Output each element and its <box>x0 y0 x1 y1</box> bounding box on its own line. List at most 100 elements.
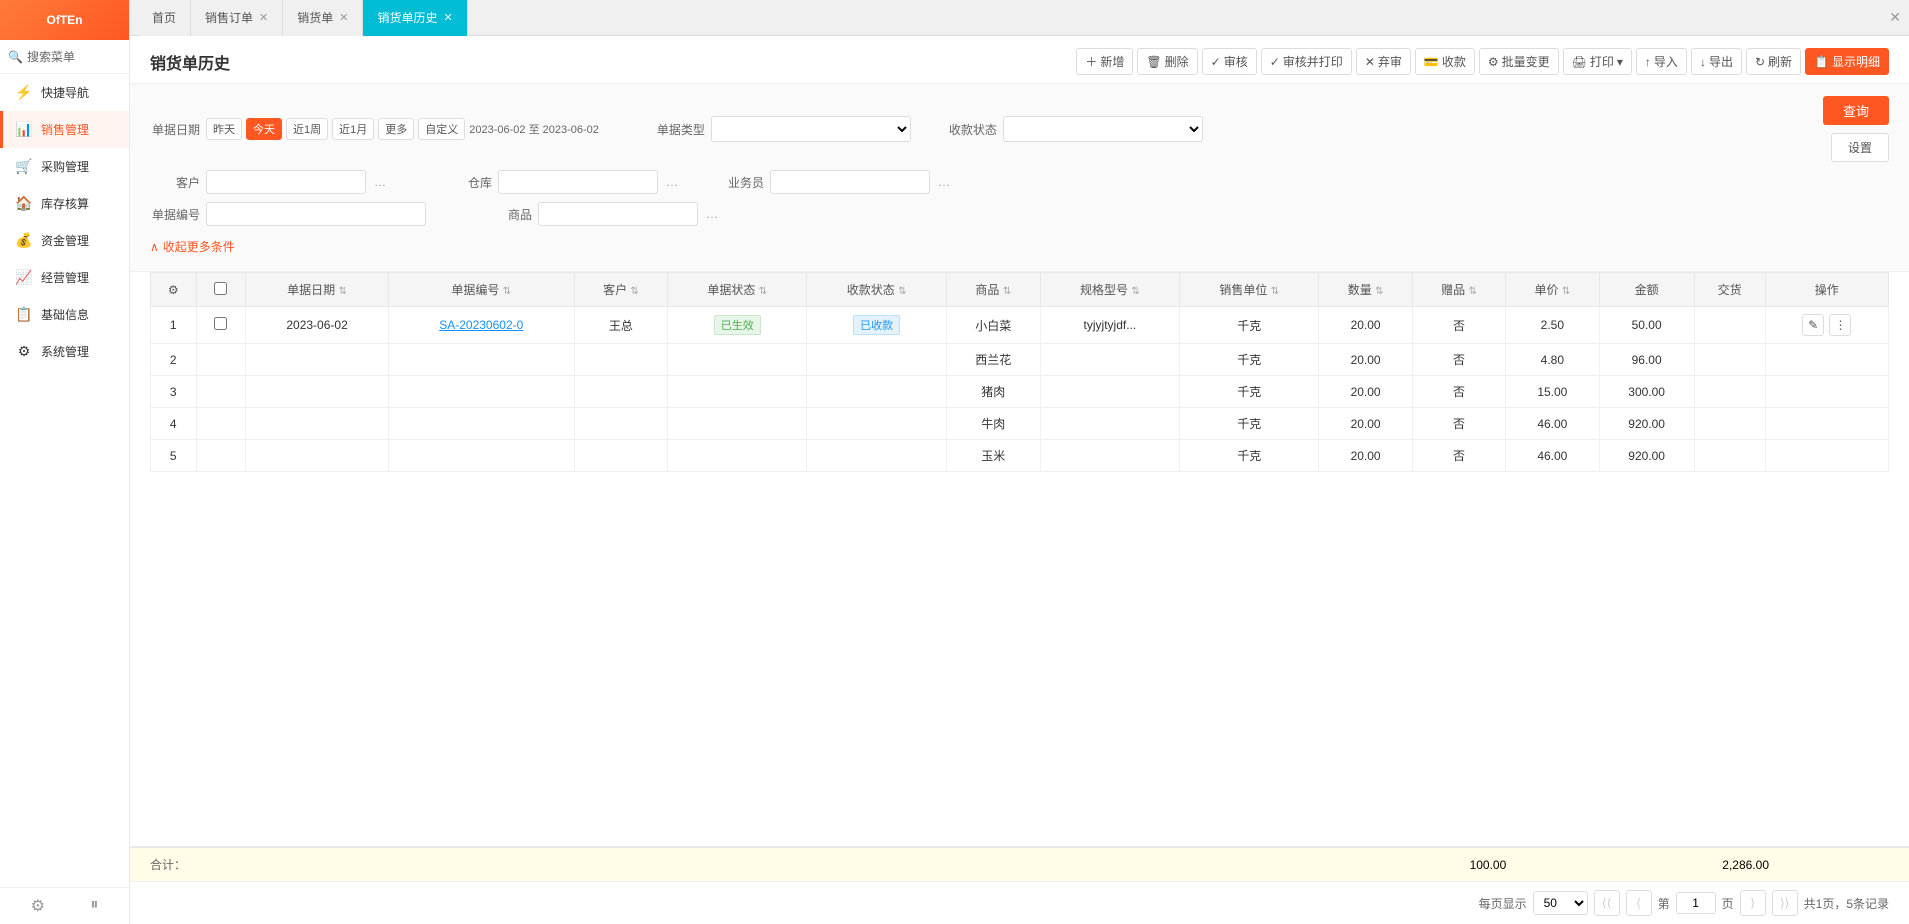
page-input[interactable] <box>1676 892 1716 914</box>
quick-nav-icon: ⚡ <box>15 84 33 101</box>
tab-sales-order[interactable]: 销售订单 ✕ <box>191 0 283 36</box>
tabs-close-all[interactable]: ✕ <box>1889 9 1901 26</box>
date-range-text: 2023-06-02 至 2023-06-02 <box>469 121 599 137</box>
customer-input[interactable] <box>206 170 366 194</box>
date-btn-last1m[interactable]: 近1月 <box>332 118 374 140</box>
batch-change-button[interactable]: ⚙ 批量变更 <box>1479 48 1559 75</box>
delete-button[interactable]: 🗑 删除 <box>1137 48 1197 75</box>
date-btn-more[interactable]: 更多 <box>378 118 414 140</box>
sidebar-item-basic-info[interactable]: 📋 基础信息 <box>0 296 129 333</box>
tab-sales-order-close[interactable]: ✕ <box>259 11 268 24</box>
audit-icon: ✓ <box>1211 55 1221 69</box>
tab-sales-goods-close[interactable]: ✕ <box>339 11 348 24</box>
edit-action-btn[interactable]: ✎ <box>1802 314 1824 336</box>
cell-checkbox <box>196 440 246 472</box>
cell-rownum: 1 <box>151 307 197 344</box>
more-action-btn[interactable]: ⋮ <box>1829 314 1851 336</box>
col-settings[interactable]: ⚙ <box>151 273 197 307</box>
table-wrapper: ⚙ 单据日期 ⇅ 单据编号 ⇅ 客户 ⇅ 单据状态 ⇅ 收款状态 ⇅ 商品 ⇅ … <box>130 272 1909 846</box>
payment-status-select[interactable] <box>1003 116 1203 142</box>
refresh-button[interactable]: ↻ 刷新 <box>1746 48 1801 75</box>
cell-rownum: 4 <box>151 408 197 440</box>
date-btn-today[interactable]: 今天 <box>246 118 282 140</box>
sidebar-search[interactable]: 🔍 搜索菜单 <box>0 40 129 74</box>
sort-unit-icon[interactable]: ⇅ <box>1271 286 1279 297</box>
query-button[interactable]: 查询 <box>1823 96 1889 125</box>
sidebar-collapse-btn[interactable]: ⏸ <box>90 896 98 916</box>
show-detail-button[interactable]: 📋 显示明细 <box>1805 48 1889 75</box>
goods-input[interactable] <box>538 202 698 226</box>
sort-date-icon[interactable]: ⇅ <box>339 286 347 297</box>
cell-qty: 20.00 <box>1319 408 1412 440</box>
audit-button[interactable]: ✓ 审核 <box>1202 48 1257 75</box>
tab-sales-goods[interactable]: 销货单 ✕ <box>283 0 363 36</box>
table-row: 3 猪肉 千克 20.00 否 15.00 300.00 <box>151 376 1889 408</box>
date-btn-yesterday[interactable]: 昨天 <box>206 118 242 140</box>
collapse-label: 收起更多条件 <box>163 238 235 255</box>
sort-docstatus-icon[interactable]: ⇅ <box>759 286 767 297</box>
cell-spec <box>1040 376 1179 408</box>
per-page-select[interactable]: 50 10 20 100 <box>1533 891 1588 915</box>
cell-payment <box>807 408 946 440</box>
summary-qty: 100.00 <box>202 858 1706 872</box>
sidebar-item-inventory[interactable]: 🏠 库存核算 <box>0 185 129 222</box>
sidebar-item-purchase-mgmt[interactable]: 🛒 采购管理 <box>0 148 129 185</box>
print-button[interactable]: 🖨 打印 ▾ <box>1563 48 1632 75</box>
sidebar-item-operations[interactable]: 📈 经营管理 <box>0 259 129 296</box>
customer-dots[interactable]: … <box>374 175 386 189</box>
sidebar-settings-btn[interactable]: ⚙ <box>31 896 45 916</box>
cell-customer <box>574 408 667 440</box>
sort-spec-icon[interactable]: ⇅ <box>1131 286 1139 297</box>
doc-type-select[interactable] <box>711 116 911 142</box>
first-page-btn[interactable]: ⟨⟨ <box>1594 890 1620 916</box>
delete-icon: 🗑 <box>1146 55 1161 69</box>
sidebar-item-label: 销售管理 <box>41 121 89 138</box>
sidebar-item-quick-nav[interactable]: ⚡ 快捷导航 <box>0 74 129 111</box>
sort-goods-icon[interactable]: ⇅ <box>1003 286 1011 297</box>
sort-docnum-icon[interactable]: ⇅ <box>503 286 511 297</box>
salesperson-input[interactable] <box>770 170 930 194</box>
refresh-icon: ↻ <box>1755 55 1765 69</box>
goods-dots[interactable]: … <box>706 207 718 221</box>
sidebar-item-finance[interactable]: 💰 资金管理 <box>0 222 129 259</box>
audit-print-button[interactable]: ✓ 审核并打印 <box>1261 48 1352 75</box>
table-row: 2 西兰花 千克 20.00 否 4.80 96.00 <box>151 344 1889 376</box>
sort-payment-icon[interactable]: ⇅ <box>898 286 906 297</box>
prev-page-btn[interactable]: ⟨ <box>1626 890 1652 916</box>
warehouse-dots[interactable]: … <box>666 175 678 189</box>
last-page-btn[interactable]: ⟩⟩ <box>1772 890 1798 916</box>
select-all-checkbox[interactable] <box>214 282 227 295</box>
cell-action: ✎ ⋮ <box>1765 307 1888 344</box>
sort-customer-icon[interactable]: ⇅ <box>630 286 638 297</box>
collect-button[interactable]: 💳 收款 <box>1415 48 1475 75</box>
sidebar-item-sales-mgmt[interactable]: 📊 销售管理 <box>0 111 129 148</box>
abandon-button[interactable]: ✕ 弃审 <box>1356 48 1411 75</box>
warehouse-input[interactable] <box>498 170 658 194</box>
doc-num-input[interactable] <box>206 202 426 226</box>
tab-home[interactable]: 首页 <box>138 0 191 36</box>
import-button[interactable]: ↑ 导入 <box>1636 48 1687 75</box>
sidebar-item-label: 库存核算 <box>41 195 89 212</box>
next-page-btn[interactable]: ⟩ <box>1740 890 1766 916</box>
new-button[interactable]: ＋ 新增 <box>1076 48 1133 75</box>
date-btn-last7[interactable]: 近1周 <box>286 118 328 140</box>
sort-price-icon[interactable]: ⇅ <box>1562 286 1570 297</box>
col-gift: 赠品 ⇅ <box>1412 273 1505 307</box>
batch-change-icon: ⚙ <box>1488 55 1499 69</box>
sort-gift-icon[interactable]: ⇅ <box>1468 286 1476 297</box>
collapse-button[interactable]: ∧ 收起更多条件 <box>150 234 1889 259</box>
sidebar-item-sys-mgmt[interactable]: ⚙ 系统管理 <box>0 333 129 370</box>
sort-qty-icon[interactable]: ⇅ <box>1375 286 1383 297</box>
set-button[interactable]: 设置 <box>1831 133 1889 162</box>
export-button[interactable]: ↓ 导出 <box>1691 48 1742 75</box>
doc-num-link[interactable]: SA-20230602-0 <box>439 318 523 332</box>
date-btn-custom[interactable]: 自定义 <box>418 118 465 140</box>
row-checkbox[interactable] <box>214 317 227 330</box>
salesperson-dots[interactable]: … <box>938 175 950 189</box>
operations-icon: 📈 <box>15 269 33 286</box>
total-info: 共1页，5条记录 <box>1804 895 1889 912</box>
tab-sales-goods-label: 销货单 <box>297 9 333 26</box>
tab-sales-history[interactable]: 销货单历史 ✕ <box>363 0 467 36</box>
tab-sales-history-close[interactable]: ✕ <box>444 11 453 24</box>
col-checkbox[interactable] <box>196 273 246 307</box>
